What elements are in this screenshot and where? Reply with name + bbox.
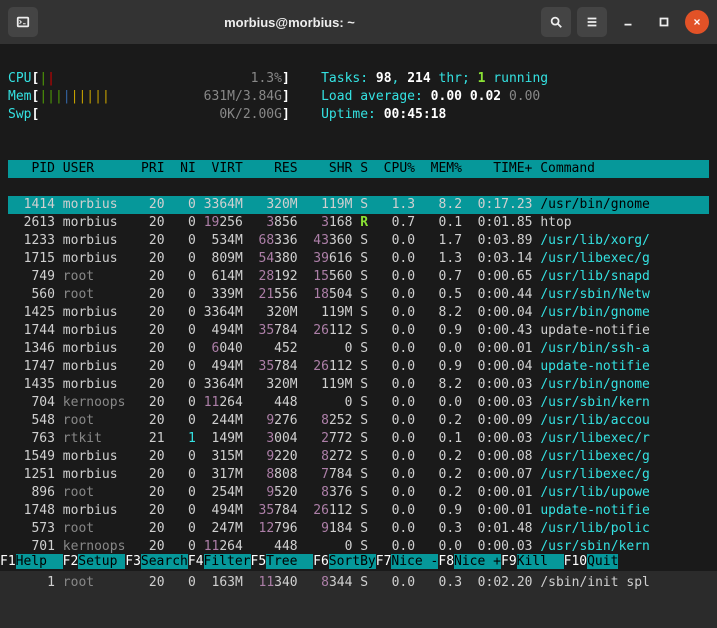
- minimize-icon: [621, 15, 635, 29]
- process-row[interactable]: 560 root 20 0 339M 21556 18504 S 0.0 0.5…: [8, 286, 709, 304]
- process-row[interactable]: 2613 morbius 20 0 19256 3856 3168 R 0.7 …: [8, 214, 709, 232]
- process-row[interactable]: 763 rtkit 21 1 149M 3004 2772 S 0.0 0.1 …: [8, 430, 709, 448]
- terminal[interactable]: CPU[|| 1.3%] Tasks: 98, 214 thr; 1 runni…: [0, 44, 717, 571]
- process-row[interactable]: 1251 morbius 20 0 317M 8808 7784 S 0.0 0…: [8, 466, 709, 484]
- close-button[interactable]: [685, 10, 709, 34]
- maximize-icon: [657, 15, 671, 29]
- meters-block: CPU[|| 1.3%] Tasks: 98, 214 thr; 1 runni…: [8, 70, 709, 142]
- window-title: morbius@morbius: ~: [44, 15, 535, 30]
- process-row[interactable]: 1414 morbius 20 0 3364M 320M 119M S 1.3 …: [8, 196, 709, 214]
- process-row[interactable]: 1549 morbius 20 0 315M 9220 8272 S 0.0 0…: [8, 448, 709, 466]
- process-row[interactable]: 896 root 20 0 254M 9520 8376 S 0.0 0.2 0…: [8, 484, 709, 502]
- process-header[interactable]: PID USER PRI NI VIRT RES SHR S CPU% MEM%…: [8, 160, 709, 178]
- search-icon: [549, 15, 563, 29]
- process-row[interactable]: 1748 morbius 20 0 494M 35784 26112 S 0.0…: [8, 502, 709, 520]
- minimize-button[interactable]: [613, 7, 643, 37]
- search-button[interactable]: [541, 7, 571, 37]
- process-row[interactable]: 1744 morbius 20 0 494M 35784 26112 S 0.0…: [8, 322, 709, 340]
- new-tab-button[interactable]: [8, 7, 38, 37]
- process-row[interactable]: 1425 morbius 20 0 3364M 320M 119M S 0.0 …: [8, 304, 709, 322]
- titlebar: morbius@morbius: ~: [0, 0, 717, 44]
- process-row[interactable]: 548 root 20 0 244M 9276 8252 S 0.0 0.2 0…: [8, 412, 709, 430]
- process-row[interactable]: 1233 morbius 20 0 534M 68336 43360 S 0.0…: [8, 232, 709, 250]
- process-row[interactable]: 704 kernoops 20 0 11264 448 0 S 0.0 0.0 …: [8, 394, 709, 412]
- menu-button[interactable]: [577, 7, 607, 37]
- function-key-bar[interactable]: F1Help F2Setup F3SearchF4FilterF5Tree F6…: [0, 553, 717, 571]
- process-row[interactable]: 1 root 20 0 163M 11340 8344 S 0.0 0.3 0:…: [8, 574, 709, 592]
- maximize-button[interactable]: [649, 7, 679, 37]
- process-row[interactable]: 1715 morbius 20 0 809M 54380 39616 S 0.0…: [8, 250, 709, 268]
- terminal-tab-icon: [16, 15, 30, 29]
- process-row[interactable]: 1435 morbius 20 0 3364M 320M 119M S 0.0 …: [8, 376, 709, 394]
- process-row[interactable]: 1747 morbius 20 0 494M 35784 26112 S 0.0…: [8, 358, 709, 376]
- process-row[interactable]: 573 root 20 0 247M 12796 9184 S 0.0 0.3 …: [8, 520, 709, 538]
- close-icon: [692, 17, 702, 27]
- process-row[interactable]: 1346 morbius 20 0 6040 452 0 S 0.0 0.0 0…: [8, 340, 709, 358]
- hamburger-icon: [585, 15, 599, 29]
- process-list[interactable]: 1414 morbius 20 0 3364M 320M 119M S 1.3 …: [8, 196, 709, 592]
- process-row[interactable]: 749 root 20 0 614M 28192 15560 S 0.0 0.7…: [8, 268, 709, 286]
